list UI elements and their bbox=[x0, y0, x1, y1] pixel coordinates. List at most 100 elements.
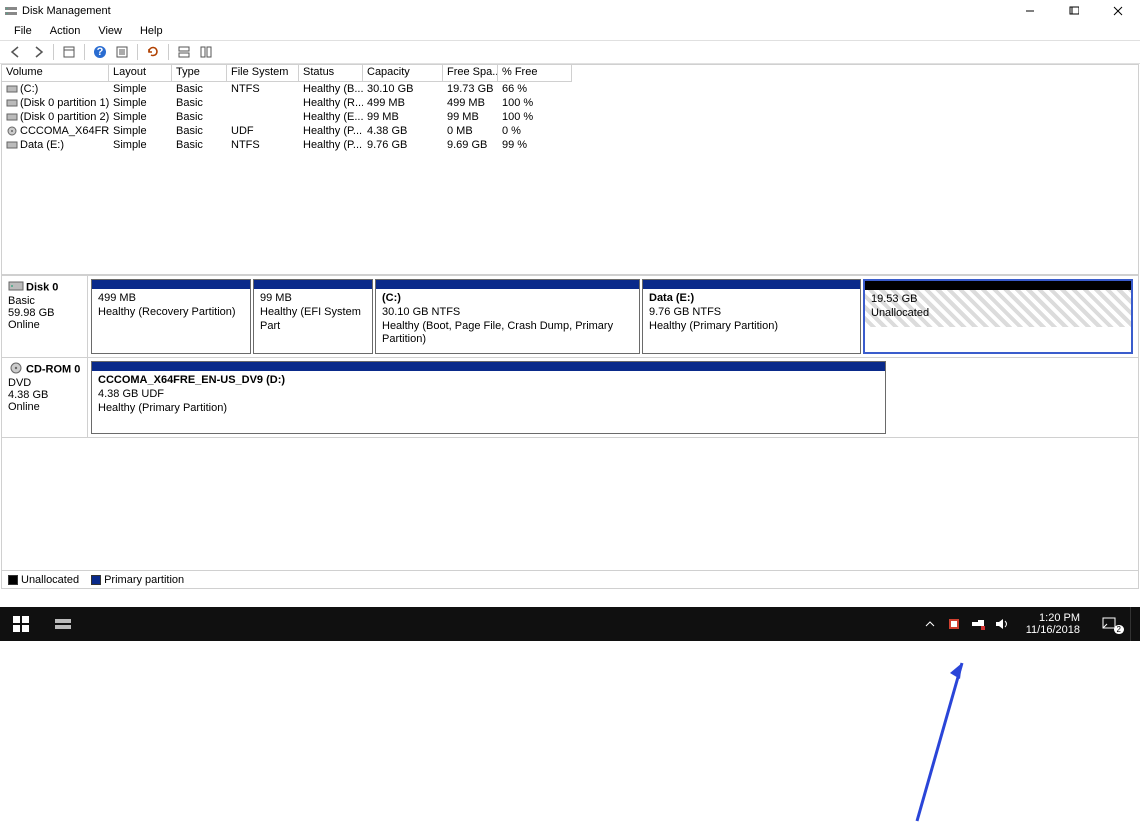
menu-action[interactable]: Action bbox=[42, 24, 89, 38]
menu-view[interactable]: View bbox=[90, 24, 130, 38]
volume-row[interactable]: (Disk 0 partition 2)SimpleBasicHealthy (… bbox=[2, 110, 1138, 124]
tray-volume-icon[interactable] bbox=[994, 616, 1010, 632]
col-layout[interactable]: Layout bbox=[109, 65, 172, 82]
drive-icon bbox=[6, 84, 18, 94]
drive-icon bbox=[6, 112, 18, 122]
cell-type: Basic bbox=[172, 111, 227, 123]
volume-name: CCCOMA_X64FRE... bbox=[20, 125, 109, 137]
cell-capacity: 499 MB bbox=[363, 97, 443, 109]
cell-capacity: 30.10 GB bbox=[363, 83, 443, 95]
cell-fs: NTFS bbox=[227, 83, 299, 95]
col-type[interactable]: Type bbox=[172, 65, 227, 82]
col-capacity[interactable]: Capacity bbox=[363, 65, 443, 82]
disk-partitions: CCCOMA_X64FRE_EN-US_DV9 (D:)4.38 GB UDFH… bbox=[88, 358, 1138, 437]
cell-status: Healthy (P... bbox=[299, 125, 363, 137]
partition[interactable]: Data (E:)9.76 GB NTFSHealthy (Primary Pa… bbox=[642, 279, 861, 354]
partition-size: 30.10 GB NTFS bbox=[382, 306, 633, 320]
annotation-arrow bbox=[902, 651, 1002, 831]
cell-layout: Simple bbox=[109, 83, 172, 95]
disk-size: 4.38 GB bbox=[8, 389, 81, 401]
close-button[interactable] bbox=[1096, 0, 1140, 22]
disk-name: Disk 0 bbox=[26, 281, 58, 293]
taskbar-clock[interactable]: 1:20 PM 11/16/2018 bbox=[1018, 612, 1088, 636]
toolbar-separator bbox=[168, 44, 169, 60]
taskbar-date: 11/16/2018 bbox=[1026, 624, 1080, 636]
volume-name: (Disk 0 partition 2) bbox=[20, 111, 109, 123]
disk-state: Online bbox=[8, 401, 81, 413]
col-pctfree[interactable]: % Free bbox=[498, 65, 572, 82]
app-icon bbox=[4, 4, 18, 18]
partition-stripe bbox=[92, 280, 250, 289]
volume-list-body: (C:)SimpleBasicNTFSHealthy (B...30.10 GB… bbox=[2, 82, 1138, 152]
nav-forward-button[interactable] bbox=[28, 42, 48, 62]
volume-name: (C:) bbox=[20, 83, 38, 95]
help-button[interactable]: ? bbox=[90, 42, 110, 62]
disk-state: Online bbox=[8, 319, 81, 331]
taskbar-app-diskmgmt[interactable] bbox=[42, 607, 84, 641]
properties-button[interactable] bbox=[112, 42, 132, 62]
taskbar-time: 1:20 PM bbox=[1026, 612, 1080, 624]
cell-status: Healthy (R... bbox=[299, 97, 363, 109]
nav-back-button[interactable] bbox=[6, 42, 26, 62]
drive-icon bbox=[6, 98, 18, 108]
partition-status: Healthy (EFI System Part bbox=[260, 306, 366, 334]
show-hide-console-button[interactable] bbox=[59, 42, 79, 62]
maximize-button[interactable] bbox=[1052, 0, 1096, 22]
partition-size: 499 MB bbox=[98, 292, 244, 306]
notifications-badge: 2 bbox=[1114, 625, 1124, 634]
cell-pctfree: 99 % bbox=[498, 139, 572, 151]
col-filesystem[interactable]: File System bbox=[227, 65, 299, 82]
cell-pctfree: 100 % bbox=[498, 111, 572, 123]
toolbar: ? bbox=[0, 40, 1140, 64]
refresh-button[interactable] bbox=[143, 42, 163, 62]
list-view-button[interactable] bbox=[174, 42, 194, 62]
partition-status: Healthy (Boot, Page File, Crash Dump, Pr… bbox=[382, 320, 633, 348]
partition[interactable]: 99 MBHealthy (EFI System Part bbox=[253, 279, 373, 354]
cell-type: Basic bbox=[172, 97, 227, 109]
graphical-view-button[interactable] bbox=[196, 42, 216, 62]
menu-help[interactable]: Help bbox=[132, 24, 171, 38]
col-status[interactable]: Status bbox=[299, 65, 363, 82]
cell-type: Basic bbox=[172, 83, 227, 95]
minimize-button[interactable] bbox=[1008, 0, 1052, 22]
partition[interactable]: CCCOMA_X64FRE_EN-US_DV9 (D:)4.38 GB UDFH… bbox=[91, 361, 886, 434]
partition-stripe bbox=[376, 280, 639, 289]
show-desktop-button[interactable] bbox=[1130, 607, 1136, 641]
taskbar: 1:20 PM 11/16/2018 2 bbox=[0, 607, 1140, 641]
disk-row: CD-ROM 0DVD4.38 GBOnlineCCCOMA_X64FRE_EN… bbox=[2, 358, 1138, 438]
partition-status: Healthy (Primary Partition) bbox=[98, 402, 879, 416]
notifications-button[interactable]: 2 bbox=[1096, 616, 1122, 632]
tray-network-icon[interactable] bbox=[970, 616, 986, 632]
start-button[interactable] bbox=[0, 607, 42, 641]
disk-label[interactable]: Disk 0Basic59.98 GBOnline bbox=[2, 276, 88, 357]
cell-type: Basic bbox=[172, 125, 227, 137]
col-volume[interactable]: Volume bbox=[2, 65, 109, 82]
partition[interactable]: 499 MBHealthy (Recovery Partition) bbox=[91, 279, 251, 354]
disk-label[interactable]: CD-ROM 0DVD4.38 GBOnline bbox=[2, 358, 88, 437]
partition-stripe bbox=[643, 280, 860, 289]
volume-row[interactable]: (Disk 0 partition 1)SimpleBasicHealthy (… bbox=[2, 96, 1138, 110]
system-tray: 1:20 PM 11/16/2018 2 bbox=[922, 607, 1140, 641]
tray-chevron-up-icon[interactable] bbox=[922, 616, 938, 632]
cell-free: 19.73 GB bbox=[443, 83, 498, 95]
disk-icon bbox=[8, 362, 24, 377]
partition-title: Data (E:) bbox=[649, 292, 854, 306]
cell-free: 9.69 GB bbox=[443, 139, 498, 151]
window-controls bbox=[1008, 0, 1140, 22]
disk-graphical-pane: Disk 0Basic59.98 GBOnline499 MBHealthy (… bbox=[1, 275, 1139, 589]
menu-file[interactable]: File bbox=[6, 24, 40, 38]
volume-row[interactable]: (C:)SimpleBasicNTFSHealthy (B...30.10 GB… bbox=[2, 82, 1138, 96]
col-free[interactable]: Free Spa... bbox=[443, 65, 498, 82]
volume-row[interactable]: Data (E:)SimpleBasicNTFSHealthy (P...9.7… bbox=[2, 138, 1138, 152]
partition[interactable]: (C:)30.10 GB NTFSHealthy (Boot, Page Fil… bbox=[375, 279, 640, 354]
volume-row[interactable]: CCCOMA_X64FRE...SimpleBasicUDFHealthy (P… bbox=[2, 124, 1138, 138]
cell-pctfree: 100 % bbox=[498, 97, 572, 109]
tray-security-icon[interactable] bbox=[946, 616, 962, 632]
drive-icon bbox=[6, 126, 18, 136]
partition[interactable]: 19.53 GBUnallocated bbox=[863, 279, 1133, 354]
partition-size: 9.76 GB NTFS bbox=[649, 306, 854, 320]
cell-free: 99 MB bbox=[443, 111, 498, 123]
disk-partitions: 499 MBHealthy (Recovery Partition)99 MBH… bbox=[88, 276, 1138, 357]
cell-type: Basic bbox=[172, 139, 227, 151]
partition-stripe bbox=[865, 281, 1131, 290]
